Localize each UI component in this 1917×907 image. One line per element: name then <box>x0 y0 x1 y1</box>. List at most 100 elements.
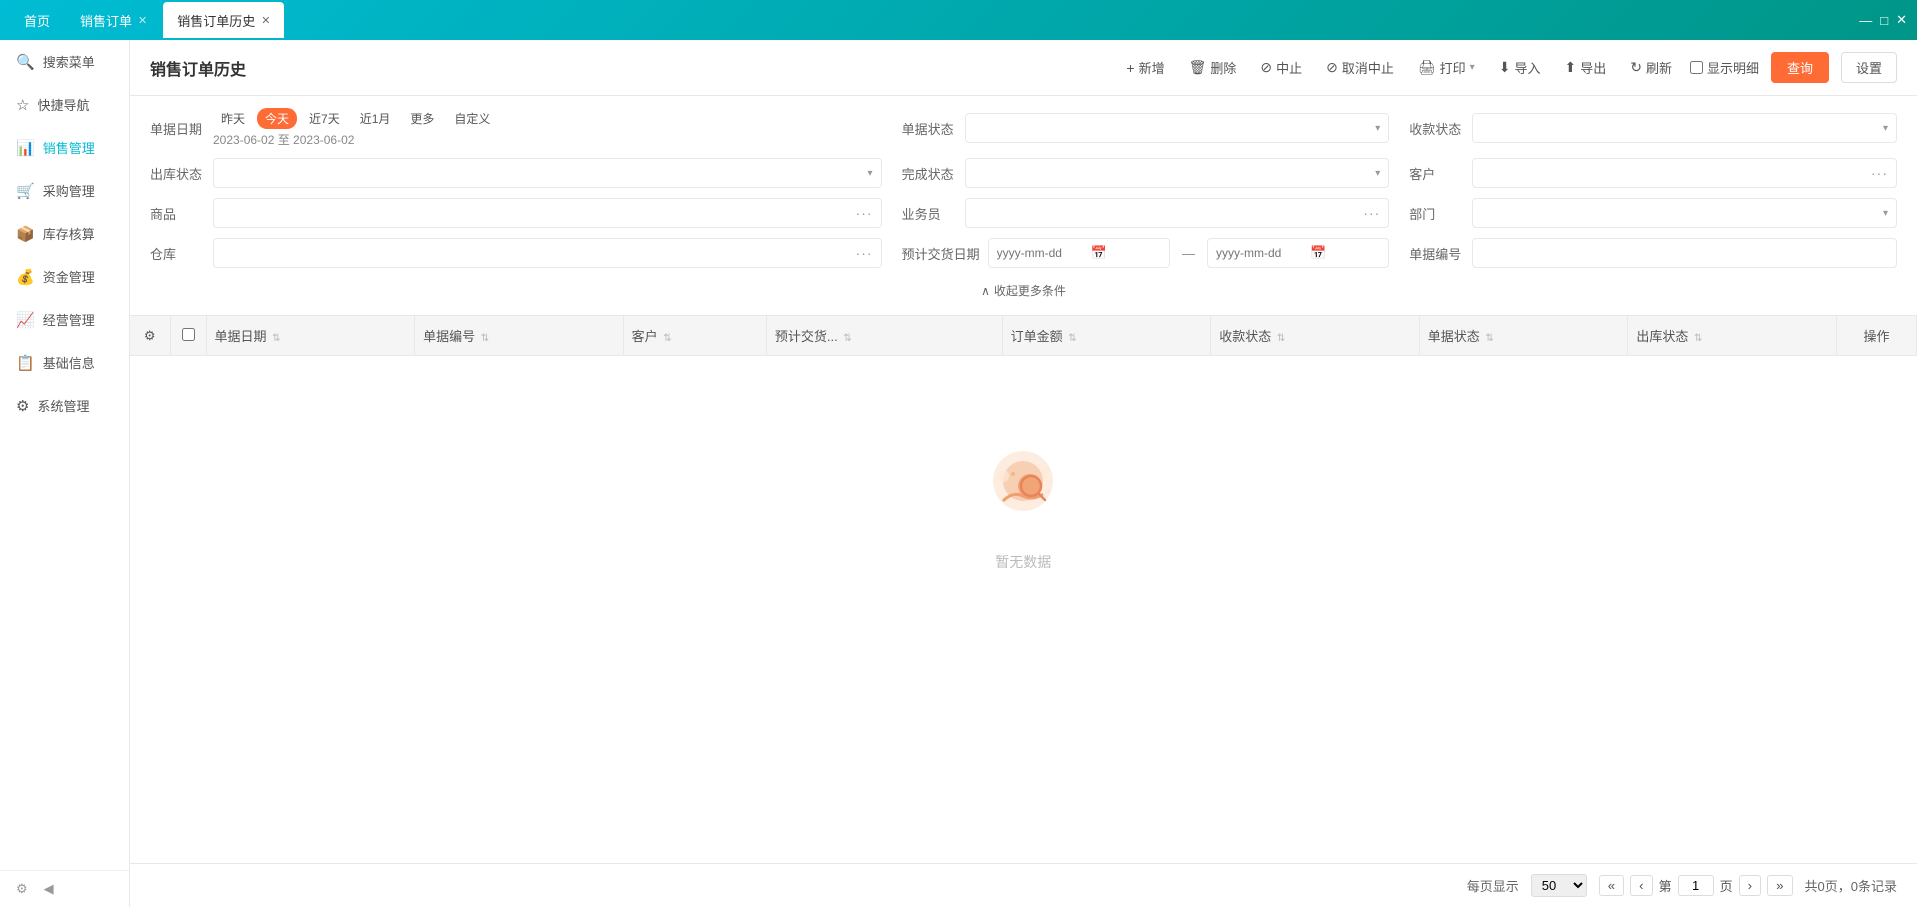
export-btn[interactable]: ⬆ 导出 <box>1558 54 1612 81</box>
tab-sales-order-history[interactable]: 销售订单历史 ✕ <box>163 2 284 38</box>
delivery-date-to-input[interactable] <box>1216 246 1306 260</box>
th-number-sort-icon[interactable]: ⇅ <box>481 333 489 344</box>
delete-icon: 🗑 <box>1189 59 1207 76</box>
close-btn[interactable]: ✕ <box>1896 12 1907 28</box>
collapse-filter-row[interactable]: ∧ 收起更多条件 <box>150 278 1897 303</box>
sidebar-item-system-label: 系统管理 <box>37 396 89 415</box>
customer-input[interactable]: ··· <box>1472 158 1897 188</box>
sidebar-item-inventory-label: 库存核算 <box>43 224 95 243</box>
table-settings-icon[interactable]: ⚙ <box>144 328 156 343</box>
delivery-date-from-input[interactable] <box>997 246 1087 260</box>
last-page-btn[interactable]: » <box>1767 875 1792 896</box>
date-tab-more[interactable]: 更多 <box>402 108 442 129</box>
th-date-label: 单据日期 <box>215 329 267 344</box>
payment-status-label: 收款状态 <box>1409 119 1464 138</box>
first-page-btn[interactable]: « <box>1599 875 1624 896</box>
stop-btn[interactable]: ⊘ 中止 <box>1254 54 1308 81</box>
print-btn[interactable]: 🖨 打印 ▾ <box>1412 54 1481 81</box>
th-amount-sort-icon[interactable]: ⇅ <box>1068 333 1076 344</box>
stop-btn-label: 中止 <box>1276 58 1302 77</box>
delivery-date-from[interactable]: 📅 <box>988 238 1170 268</box>
order-status-select[interactable]: ▾ <box>965 113 1390 143</box>
customer-more-icon[interactable]: ··· <box>1871 165 1888 181</box>
th-number-label: 单据编号 <box>423 329 475 344</box>
sidebar-item-basic-info[interactable]: 📋 基础信息 <box>0 341 129 384</box>
sidebar-item-basic-info-label: 基础信息 <box>43 353 95 372</box>
sidebar-item-system[interactable]: ⚙ 系统管理 <box>0 384 129 427</box>
sidebar-item-finance[interactable]: 💰 资金管理 <box>0 255 129 298</box>
th-payment-status-sort-icon[interactable]: ⇅ <box>1277 333 1285 344</box>
payment-status-select[interactable]: ▾ <box>1472 113 1897 143</box>
th-order-status-sort-icon[interactable]: ⇅ <box>1485 333 1493 344</box>
tab-sales-order-history-close[interactable]: ✕ <box>261 14 270 27</box>
delivery-status-select[interactable]: ▾ <box>213 158 882 188</box>
date-tab-today[interactable]: 今天 <box>257 108 297 129</box>
table-body: 暂无数据 <box>130 356 1917 653</box>
th-customer-sort-icon[interactable]: ⇅ <box>663 333 671 344</box>
th-settings[interactable]: ⚙ <box>130 316 170 356</box>
new-icon: + <box>1126 60 1134 76</box>
completion-status-arrow-icon: ▾ <box>1375 168 1380 179</box>
warehouse-input[interactable]: ··· <box>213 238 882 268</box>
tab-sales-order-close[interactable]: ✕ <box>138 14 147 27</box>
product-input[interactable]: ··· <box>213 198 882 228</box>
sidebar-item-inventory[interactable]: 📦 库存核算 <box>0 212 129 255</box>
refresh-btn[interactable]: ↻ 刷新 <box>1624 54 1678 81</box>
collapse-sidebar-icon[interactable]: ◀ <box>44 881 54 897</box>
th-date-sort-icon[interactable]: ⇅ <box>272 333 280 344</box>
order-number-input[interactable] <box>1472 238 1897 268</box>
sidebar-item-quick-nav[interactable]: ☆ 快捷导航 <box>0 83 129 126</box>
empty-state: 暂无数据 <box>130 356 1917 652</box>
salesperson-more-icon[interactable]: ··· <box>1363 205 1380 221</box>
sidebar-item-operations[interactable]: 📈 经营管理 <box>0 298 129 341</box>
sidebar-item-purchase[interactable]: 🛒 采购管理 <box>0 169 129 212</box>
th-delivery-label: 预计交货... <box>775 329 838 344</box>
th-delivery-sort-icon[interactable]: ⇅ <box>843 333 851 344</box>
page-suffix: 页 <box>1720 876 1733 895</box>
product-more-icon[interactable]: ··· <box>856 205 873 221</box>
import-btn[interactable]: ⬇ 导入 <box>1493 54 1547 81</box>
display-columns-toggle[interactable]: 显示明细 <box>1690 58 1759 77</box>
operations-icon: 📈 <box>16 311 35 329</box>
th-checkbox[interactable] <box>170 316 206 356</box>
tab-sales-order[interactable]: 销售订单 ✕ <box>66 2 161 38</box>
query-btn[interactable]: 查询 <box>1771 52 1829 83</box>
next-page-btn[interactable]: › <box>1739 875 1761 896</box>
page-size-select[interactable]: 50 10 20 100 <box>1531 874 1587 897</box>
display-columns-checkbox[interactable] <box>1690 61 1703 74</box>
date-tab-1month[interactable]: 近1月 <box>352 108 399 129</box>
finance-icon: 💰 <box>16 268 35 286</box>
completion-status-select[interactable]: ▾ <box>965 158 1390 188</box>
order-status-label: 单据状态 <box>902 119 957 138</box>
th-actions: 操作 <box>1837 316 1917 356</box>
department-select[interactable]: ▾ <box>1472 198 1897 228</box>
sidebar-item-sales[interactable]: 📊 销售管理 <box>0 126 129 169</box>
settings-config-btn[interactable]: 设置 <box>1841 52 1897 83</box>
calendar-to-icon[interactable]: 📅 <box>1310 245 1326 261</box>
page-number-input[interactable] <box>1678 875 1714 896</box>
tab-home[interactable]: 首页 <box>10 2 64 38</box>
sidebar-item-search[interactable]: 🔍 搜索菜单 <box>0 40 129 83</box>
delivery-date-to[interactable]: 📅 <box>1207 238 1389 268</box>
page-label: 第 <box>1659 876 1672 895</box>
cancel-stop-btn-label: 取消中止 <box>1342 58 1394 77</box>
th-order-status-label: 单据状态 <box>1428 329 1480 344</box>
delete-btn[interactable]: 🗑 删除 <box>1183 54 1243 81</box>
prev-page-btn[interactable]: ‹ <box>1630 875 1652 896</box>
date-tab-yesterday[interactable]: 昨天 <box>213 108 253 129</box>
th-delivery-status-sort-icon[interactable]: ⇅ <box>1694 333 1702 344</box>
settings-icon[interactable]: ⚙ <box>16 881 28 897</box>
tab-sales-order-label: 销售订单 <box>80 11 132 30</box>
date-tab-custom[interactable]: 自定义 <box>446 108 498 129</box>
date-tab-7days[interactable]: 近7天 <box>301 108 348 129</box>
maximize-btn[interactable]: □ <box>1880 13 1888 28</box>
new-btn[interactable]: + 新增 <box>1120 54 1170 81</box>
calendar-from-icon[interactable]: 📅 <box>1091 245 1107 261</box>
order-number-label: 单据编号 <box>1409 244 1464 263</box>
basic-info-icon: 📋 <box>16 354 35 372</box>
select-all-checkbox[interactable] <box>182 328 195 341</box>
minimize-btn[interactable]: — <box>1859 13 1872 28</box>
salesperson-input[interactable]: ··· <box>965 198 1390 228</box>
cancel-stop-btn[interactable]: ⊘ 取消中止 <box>1320 54 1400 81</box>
warehouse-more-icon[interactable]: ··· <box>856 245 873 261</box>
